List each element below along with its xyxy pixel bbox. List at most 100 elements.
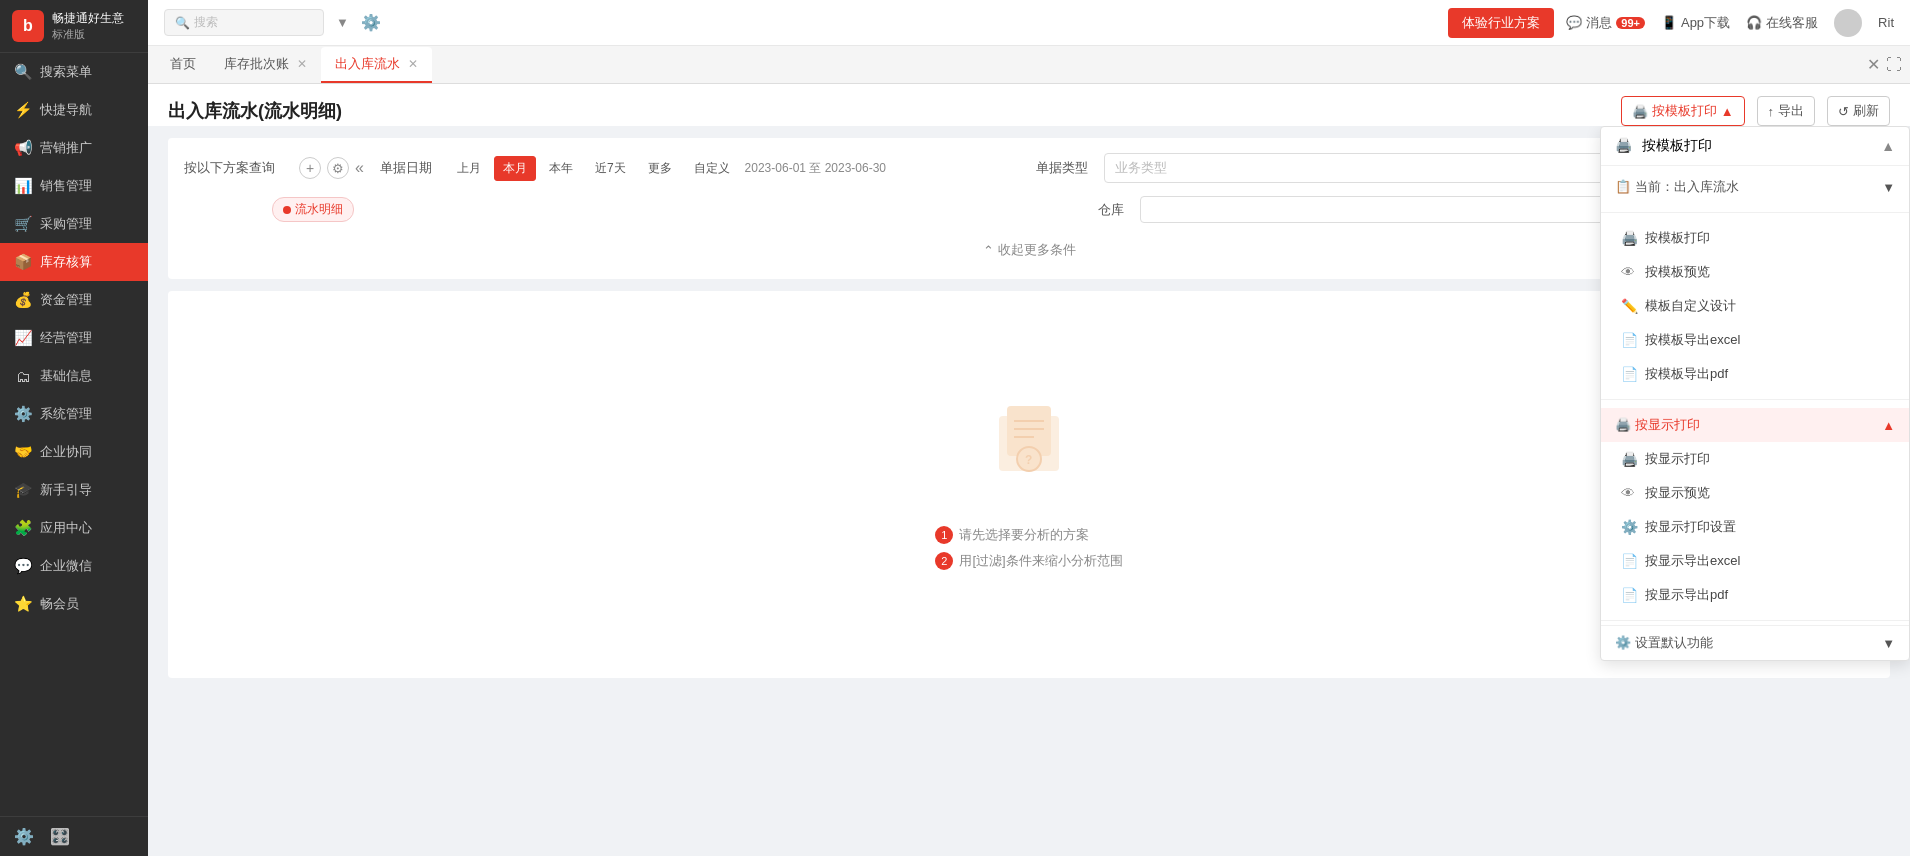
date-range-display: 2023-06-01 至 2023-06-30 xyxy=(745,160,886,177)
dropdown-header: 🖨️ 按模板打印 ▲ xyxy=(1601,127,1909,166)
search-icon: 🔍 xyxy=(175,16,190,30)
sidebar-item-shortcut[interactable]: ⚡快捷导航 xyxy=(0,91,148,129)
page-actions: 🖨️ 按模板打印 ▲ ↑ 导出 ↺ 刷新 xyxy=(1621,96,1890,126)
printer-icon: 🖨️ xyxy=(1621,230,1637,246)
sidebar-item-system[interactable]: ⚙️系统管理 xyxy=(0,395,148,433)
message-item[interactable]: 💬 消息 99+ xyxy=(1566,14,1645,32)
dropdown-close-chevron[interactable]: ▲ xyxy=(1881,138,1895,154)
preview-icon: 👁 xyxy=(1621,264,1637,280)
sidebar-item-marketing[interactable]: 📢营销推广 xyxy=(0,129,148,167)
chevron-up-icon: ▲ xyxy=(1721,104,1734,119)
template-export-excel-item[interactable]: 📄 按模板导出excel xyxy=(1601,323,1909,357)
dropdown-footer[interactable]: ⚙️ 设置默认功能 ▼ xyxy=(1601,625,1909,660)
inventory-icon: 📦 xyxy=(14,253,32,271)
svg-text:?: ? xyxy=(1025,453,1032,467)
doc-type-label: 单据类型 xyxy=(1036,159,1088,177)
member-icon: ⭐ xyxy=(14,595,32,613)
filter-actions: + ⚙ « xyxy=(299,157,364,179)
display-export-excel-item[interactable]: 📄 按显示导出excel xyxy=(1601,544,1909,578)
template-preview-item[interactable]: 👁 按模板预览 xyxy=(1601,255,1909,289)
print-icon: 🖨️ xyxy=(1621,451,1637,467)
empty-tip-1: 1 请先选择要分析的方案 xyxy=(935,526,1122,544)
date-tab-last-month[interactable]: 上月 xyxy=(448,156,490,181)
sidebar-item-operation[interactable]: 📈经营管理 xyxy=(0,319,148,357)
refresh-icon: ↺ xyxy=(1838,104,1849,119)
topbar: 🔍 搜索 ▼ ⚙️ 体验行业方案 💬 消息 99+ 📱 App下载 🎧 在线客服… xyxy=(148,0,1910,46)
footer-chevron[interactable]: ▼ xyxy=(1882,636,1895,651)
username-label: Rit xyxy=(1878,15,1894,30)
sidebar-item-search[interactable]: 🔍搜索菜单 xyxy=(0,53,148,91)
page-header: 出入库流水(流水明细) 🖨️ 按模板打印 ▲ ↑ 导出 ↺ 刷新 xyxy=(148,84,1910,126)
date-tabs: 上月 本月 本年 近7天 更多 自定义 xyxy=(448,156,739,181)
date-filter-label: 单据日期 xyxy=(380,159,432,177)
display-preview-item[interactable]: 👁 按显示预览 xyxy=(1601,476,1909,510)
display-export-pdf-item[interactable]: 📄 按显示导出pdf xyxy=(1601,578,1909,612)
content-area: 按以下方案查询 + ⚙ « 单据日期 上月 本月 本年 近7天 更多 自定义 xyxy=(148,126,1910,856)
online-service-item[interactable]: 🎧 在线客服 xyxy=(1746,14,1818,32)
filter-add-btn[interactable]: + xyxy=(299,157,321,179)
sidebar-item-finance[interactable]: 💰资金管理 xyxy=(0,281,148,319)
sidebar-item-guide[interactable]: 🎓新手引导 xyxy=(0,471,148,509)
divider-3 xyxy=(1601,620,1909,621)
settings-icon[interactable]: ⚙️ xyxy=(14,827,34,846)
app-logo-icon: b xyxy=(12,10,44,42)
app-logo-text: 畅捷通好生意 标准版 xyxy=(52,10,124,42)
page-title: 出入库流水(流水明细) xyxy=(168,99,342,123)
basic-icon: 🗂 xyxy=(14,368,32,385)
tab-home[interactable]: 首页 xyxy=(156,47,210,83)
sidebar-item-apps[interactable]: 🧩应用中心 xyxy=(0,509,148,547)
collab-icon: 🤝 xyxy=(14,443,32,461)
message-badge: 99+ xyxy=(1616,17,1645,29)
empty-tip-2: 2 用[过滤]条件来缩小分析范围 xyxy=(935,552,1122,570)
display-print-settings-item[interactable]: ⚙️ 按显示打印设置 xyxy=(1601,510,1909,544)
template-print-item[interactable]: 🖨️ 按模板打印 xyxy=(1601,221,1909,255)
sidebar-item-purchase[interactable]: 🛒采购管理 xyxy=(0,205,148,243)
tab-flow-close[interactable]: ✕ xyxy=(408,57,418,71)
app-download-item[interactable]: 📱 App下载 xyxy=(1661,14,1730,32)
industry-btn[interactable]: 体验行业方案 xyxy=(1448,8,1554,38)
empty-icon: ? xyxy=(979,391,1079,510)
right-panel-wrapper: 🖨️ 按模板打印 ▲ 📋 当前：出入库流水 ▼ xyxy=(1600,126,1910,856)
template-print-btn[interactable]: 🖨️ 按模板打印 ▲ xyxy=(1621,96,1745,126)
filter-tag[interactable]: 流水明细 xyxy=(272,197,354,222)
display-chevron[interactable]: ▲ xyxy=(1882,418,1895,433)
sidebar-item-inventory[interactable]: 📦库存核算 xyxy=(0,243,148,281)
guide-icon: 🎓 xyxy=(14,481,32,499)
date-tab-more[interactable]: 更多 xyxy=(639,156,681,181)
tabbar: 首页 库存批次账 ✕ 出入库流水 ✕ ✕ ⛶ xyxy=(148,46,1910,84)
dropdown-section-display: 🖨️ 按显示打印 ▲ 🖨️ 按显示打印 👁 按显示预览 ⚙️ xyxy=(1601,404,1909,616)
tab-flow[interactable]: 出入库流水 ✕ xyxy=(321,47,432,83)
topbar-chevron-icon[interactable]: ▼ xyxy=(336,15,349,30)
topbar-right: 💬 消息 99+ 📱 App下载 🎧 在线客服 Rit xyxy=(1566,9,1894,37)
avatar[interactable] xyxy=(1834,9,1862,37)
filter-collapse-btn[interactable]: « xyxy=(355,159,364,177)
filter-label: 按以下方案查询 xyxy=(184,159,275,177)
sidebar-item-basic[interactable]: 🗂基础信息 xyxy=(0,357,148,395)
dropdown-current-label: 📋 当前：出入库流水 ▼ xyxy=(1601,170,1909,204)
template-export-pdf-item[interactable]: 📄 按模板导出pdf xyxy=(1601,357,1909,391)
toggle-icon[interactable]: 🎛️ xyxy=(50,827,70,846)
tab-batch[interactable]: 库存批次账 ✕ xyxy=(210,47,321,83)
sidebar-item-member[interactable]: ⭐畅会员 xyxy=(0,585,148,623)
dropdown-sub-chevron[interactable]: ▼ xyxy=(1882,180,1895,195)
date-tab-custom[interactable]: 自定义 xyxy=(685,156,739,181)
window-expand-icon[interactable]: ⛶ xyxy=(1886,56,1902,74)
date-tab-this-month[interactable]: 本月 xyxy=(494,156,536,181)
date-tab-7days[interactable]: 近7天 xyxy=(586,156,635,181)
topbar-gear-icon[interactable]: ⚙️ xyxy=(361,13,381,32)
sidebar-item-wechat[interactable]: 💬企业微信 xyxy=(0,547,148,585)
system-icon: ⚙️ xyxy=(14,405,32,423)
tab-batch-close[interactable]: ✕ xyxy=(297,57,307,71)
date-tab-this-year[interactable]: 本年 xyxy=(540,156,582,181)
sidebar-item-collab[interactable]: 🤝企业协同 xyxy=(0,433,148,471)
empty-tips: 1 请先选择要分析的方案 2 用[过滤]条件来缩小分析范围 xyxy=(935,526,1122,578)
template-design-item[interactable]: ✏️ 模板自定义设计 xyxy=(1601,289,1909,323)
display-print-item[interactable]: 🖨️ 按显示打印 xyxy=(1601,442,1909,476)
sidebar-item-sales[interactable]: 📊销售管理 xyxy=(0,167,148,205)
filter-setting-btn[interactable]: ⚙ xyxy=(327,157,349,179)
design-icon: ✏️ xyxy=(1621,298,1637,314)
topbar-search[interactable]: 🔍 搜索 xyxy=(164,9,324,36)
refresh-btn[interactable]: ↺ 刷新 xyxy=(1827,96,1890,126)
export-btn[interactable]: ↑ 导出 xyxy=(1757,96,1816,126)
window-close-icon[interactable]: ✕ xyxy=(1867,55,1880,74)
